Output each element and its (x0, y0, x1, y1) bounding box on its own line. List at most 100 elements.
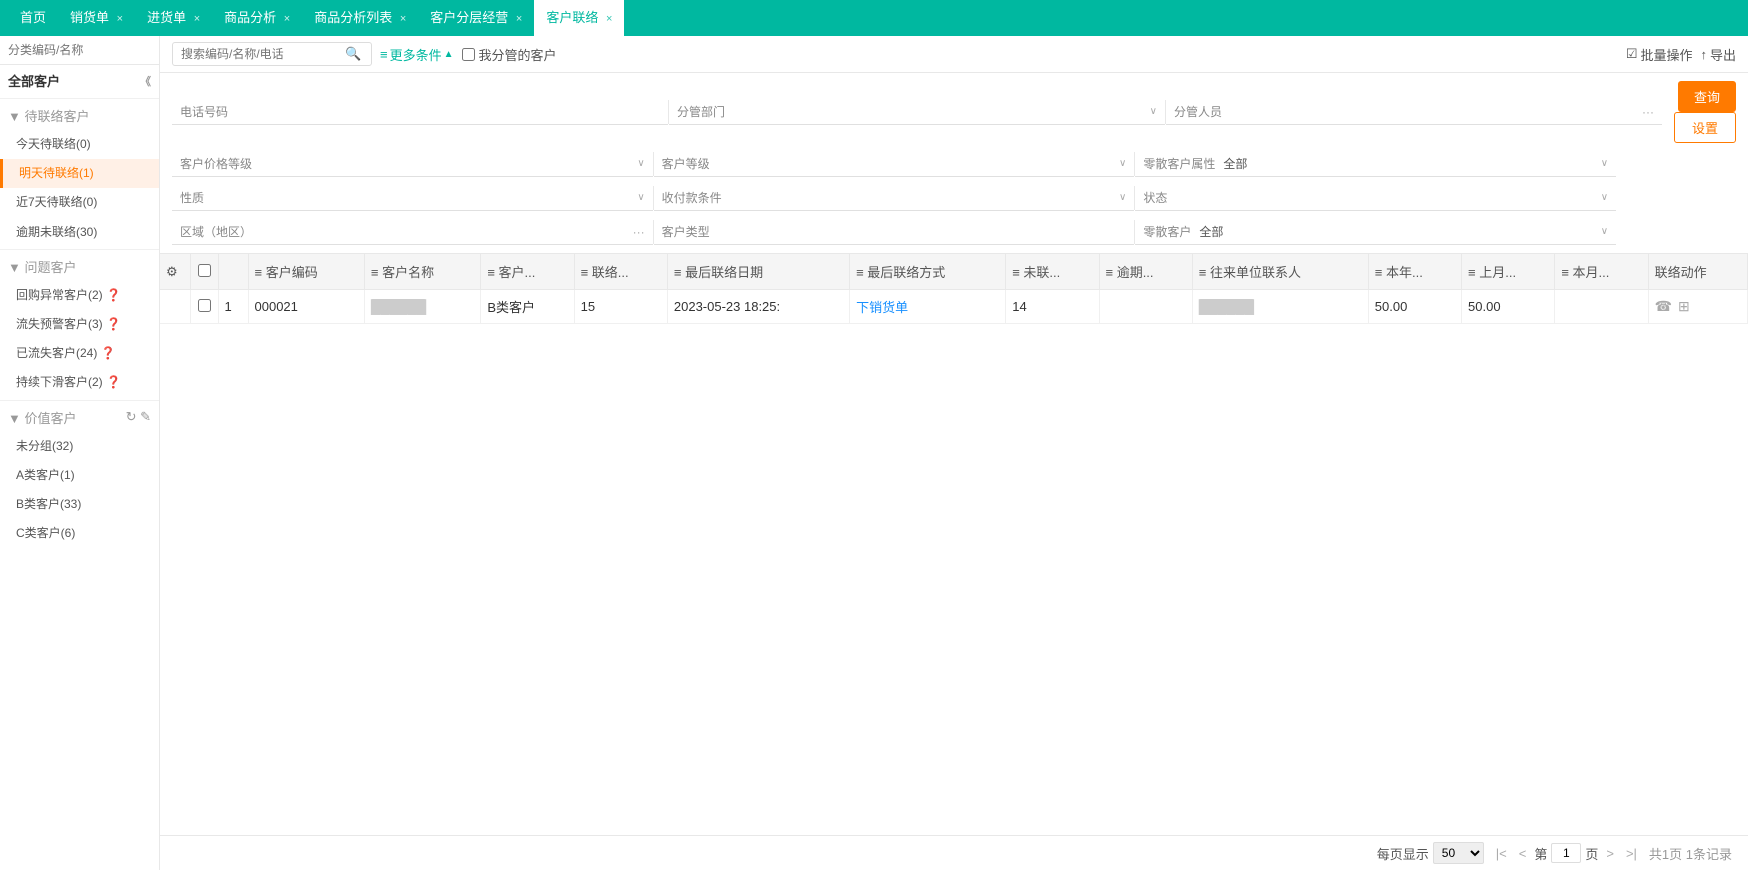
col-checkbox-header[interactable] (190, 254, 218, 290)
row-checkbox-cell[interactable] (190, 290, 218, 324)
sidebar-today-contact[interactable]: 今天待联络(0) (0, 130, 159, 159)
customer-table: ⚙ ≡ 客户编码 ≡ 客户名称 ≡ 客户... ≡ 联络... ≡ 最后联络日期… (160, 254, 1748, 324)
prev-page-btn[interactable]: < (1515, 845, 1531, 862)
page-suffix: 页 (1585, 844, 1598, 863)
per-page-label: 每页显示 (1377, 844, 1429, 863)
contacts-blurred: ██████ (1199, 299, 1254, 314)
sidebar-search-input[interactable] (8, 43, 160, 57)
sidebar-repurchase-abnormal[interactable]: 回购异常客户(2) ❓ (0, 281, 159, 310)
close-customer-layered-icon[interactable]: × (516, 13, 522, 25)
search-icon[interactable]: 🔍 (345, 46, 361, 62)
per-page-select[interactable]: 50 100 200 (1433, 842, 1484, 864)
filter-customer-level-label: 客户等级 (662, 155, 710, 172)
nav-sales-order[interactable]: 销货单 × (58, 0, 135, 36)
page-label: 第 (1534, 844, 1547, 863)
filter-scattered-value: 全部 (1199, 223, 1596, 240)
nav-customer-contact[interactable]: 客户联络 × (534, 0, 624, 36)
sidebar-class-c[interactable]: C类客户(6) (0, 519, 159, 548)
nav-home[interactable]: 首页 (8, 0, 58, 36)
filter-scattered-attr[interactable]: 零散客户属性 全部 ∨ (1135, 151, 1616, 177)
search-input[interactable] (181, 47, 341, 61)
filter-scattered-arrow-icon: ∨ (1601, 226, 1608, 237)
filter-region-dots-icon[interactable]: ··· (633, 225, 645, 239)
filter-row-2: 客户价格等级 ∨ 客户等级 ∨ 零散客户属性 全部 ∨ (172, 151, 1736, 177)
next-page-btn[interactable]: > (1602, 845, 1618, 862)
first-page-btn[interactable]: |< (1492, 845, 1511, 862)
col-last-month-header: ≡ 上月... (1462, 254, 1555, 290)
total-records: 共1页 1条记录 (1649, 844, 1732, 863)
nav-product-analysis[interactable]: 商品分析 × (212, 0, 302, 36)
filter-status-label: 状态 (1143, 189, 1167, 206)
nav-purchase-order[interactable]: 进货单 × (135, 0, 212, 36)
row-customer-type: B类客户 (481, 290, 574, 324)
col-contacts-header: ≡ 往来单位联系人 (1192, 254, 1368, 290)
close-sales-order-icon[interactable]: × (117, 13, 123, 25)
export-btn[interactable]: ↑ 导出 (1700, 45, 1736, 64)
search-input-wrap: 🔍 (172, 42, 372, 66)
sidebar-declining[interactable]: 持续下滑客户(2) ❓ (0, 368, 159, 397)
close-product-analysis-icon[interactable]: × (284, 13, 290, 25)
col-customer-type-header: ≡ 客户... (481, 254, 574, 290)
sidebar-overdue-contact[interactable]: 逾期未联络(30) (0, 218, 159, 247)
filter-payment-arrow-icon: ∨ (1119, 192, 1126, 203)
group-pending-contact[interactable]: ▼ 待联络客户 (0, 101, 159, 130)
contact-action-icon[interactable]: ☎ (1655, 298, 1672, 315)
close-purchase-order-icon[interactable]: × (194, 13, 200, 25)
group-problem-customer[interactable]: ▼ 问题客户 (0, 252, 159, 281)
more-action-icon[interactable]: ⊞ (1678, 298, 1690, 315)
row-this-year: 50.00 (1368, 290, 1461, 324)
filter-nature-label: 性质 (180, 189, 204, 206)
my-customer-label: 我分管的客户 (479, 45, 557, 64)
filter-price-level-arrow-icon: ∨ (637, 158, 644, 169)
col-last-contact-date-header: ≡ 最后联络日期 (667, 254, 849, 290)
filter-dept[interactable]: 分管部门 ∨ (669, 99, 1165, 125)
last-contact-method-link[interactable]: 下销货单 (856, 300, 908, 315)
query-btn[interactable]: 查询 (1678, 81, 1736, 112)
sidebar-7days-contact[interactable]: 近7天待联络(0) (0, 188, 159, 217)
more-filter-btn[interactable]: ≡ 更多条件 ▲ (380, 45, 454, 64)
group-value-customer[interactable]: ▼ 价值客户 ↻ ✎ (0, 403, 159, 432)
filter-customer-type[interactable]: 客户类型 (654, 219, 1135, 245)
last-page-btn[interactable]: >| (1622, 845, 1641, 862)
row-checkbox[interactable] (198, 299, 211, 312)
sidebar-churned[interactable]: 已流失客户(24) ❓ (0, 339, 159, 368)
my-customer-checkbox-label[interactable]: 我分管的客户 (462, 45, 557, 64)
export-icon: ↑ (1700, 47, 1707, 62)
row-last-contact-date: 2023-05-23 18:25: (667, 290, 849, 324)
col-this-month-header: ≡ 本月... (1555, 254, 1648, 290)
filter-payment[interactable]: 收付款条件 ∨ (654, 185, 1135, 211)
select-all-checkbox[interactable] (198, 264, 211, 277)
filter-person[interactable]: 分管人员 ··· (1166, 99, 1662, 125)
nav-product-analysis-list[interactable]: 商品分析列表 × (302, 0, 418, 36)
close-product-analysis-list-icon[interactable]: × (400, 13, 406, 25)
table-row: 1 000021 ██████ B类客户 15 2023-05-23 18:25… (160, 290, 1748, 324)
close-customer-contact-icon[interactable]: × (606, 13, 612, 25)
sidebar-class-a[interactable]: A类客户(1) (0, 461, 159, 490)
filter-phone-input[interactable] (236, 105, 660, 119)
batch-operation-btn[interactable]: ☑ 批量操作 (1626, 45, 1693, 64)
search-bar: 🔍 ≡ 更多条件 ▲ 我分管的客户 ☑ 批量操作 ↑ 导出 (160, 36, 1748, 73)
filter-nature[interactable]: 性质 ∨ (172, 185, 653, 211)
filter-customer-level[interactable]: 客户等级 ∨ (654, 151, 1135, 177)
batch-label: 批量操作 (1640, 45, 1692, 64)
filter-price-level[interactable]: 客户价格等级 ∨ (172, 151, 653, 177)
filter-status[interactable]: 状态 ∨ (1135, 185, 1616, 211)
col-settings-header[interactable]: ⚙ (160, 254, 190, 290)
filter-region[interactable]: 区域（地区） ··· (172, 219, 653, 245)
settings-btn[interactable]: 设置 (1674, 112, 1736, 143)
filter-person-dots-icon[interactable]: ··· (1642, 105, 1654, 119)
all-customers-title[interactable]: 全部客户 《 (0, 65, 159, 96)
sidebar-class-b[interactable]: B类客户(33) (0, 490, 159, 519)
filter-row-4: 区域（地区） ··· 客户类型 零散客户 全部 ∨ (172, 219, 1736, 245)
filter-scattered[interactable]: 零散客户 全部 ∨ (1135, 219, 1616, 245)
filter-person-label: 分管人员 (1174, 103, 1222, 120)
nav-customer-layered[interactable]: 客户分层经营 × (418, 0, 534, 36)
filter-actions: 查询 设置 (1670, 81, 1736, 143)
row-last-contact-method[interactable]: 下销货单 (850, 290, 1006, 324)
sidebar-ungrouped[interactable]: 未分组(32) (0, 432, 159, 461)
row-last-month: 50.00 (1462, 290, 1555, 324)
sidebar-churn-warning[interactable]: 流失预警客户(3) ❓ (0, 310, 159, 339)
page-input[interactable] (1551, 843, 1581, 863)
sidebar-tomorrow-contact[interactable]: 明天待联络(1) (0, 159, 159, 188)
my-customer-checkbox[interactable] (462, 48, 475, 61)
